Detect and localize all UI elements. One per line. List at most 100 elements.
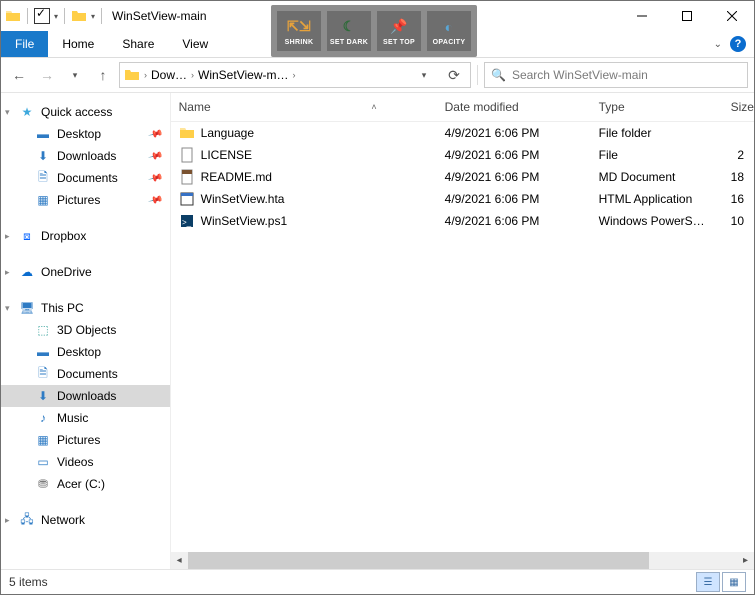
tab-view[interactable]: View <box>168 31 222 57</box>
file-name: README.md <box>201 170 272 184</box>
downloads-icon: ⬇ <box>35 148 51 164</box>
col-date[interactable]: Date modified <box>437 100 591 114</box>
dropbox-icon: ⧈ <box>19 228 35 244</box>
network-icon: 🖧 <box>19 512 35 528</box>
horizontal-scrollbar[interactable]: ◂ ▸ <box>171 552 754 569</box>
search-box[interactable]: 🔍 Search WinSetView-main <box>484 62 748 88</box>
file-size: 2 <box>723 148 754 162</box>
scroll-right-icon[interactable]: ▸ <box>737 552 754 569</box>
tab-home[interactable]: Home <box>48 31 108 57</box>
file-date: 4/9/2021 6:06 PM <box>437 148 591 162</box>
file-row[interactable]: Language4/9/2021 6:06 PMFile folder <box>171 122 754 144</box>
nav-qa-documents[interactable]: 🗎 Documents 📌 <box>1 167 170 189</box>
file-row[interactable]: LICENSE4/9/2021 6:06 PMFile2 <box>171 144 754 166</box>
address-history-dropdown[interactable]: ▾ <box>412 63 436 87</box>
chevron-right-icon[interactable]: ▸ <box>5 515 10 526</box>
tab-share[interactable]: Share <box>108 31 168 57</box>
file-date: 4/9/2021 6:06 PM <box>437 170 591 184</box>
nav-quick-access[interactable]: ▾ ★ Quick access <box>1 101 170 123</box>
nav-qa-desktop[interactable]: ▬ Desktop 📌 <box>1 123 170 145</box>
search-icon: 🔍 <box>491 68 506 82</box>
nav-onedrive[interactable]: ▸ ☁ OneDrive <box>1 261 170 283</box>
file-type: File folder <box>591 126 723 140</box>
file-row[interactable]: >_WinSetView.ps14/9/2021 6:06 PMWindows … <box>171 210 754 232</box>
chevron-right-icon[interactable]: ▸ <box>5 267 10 278</box>
pin-icon: 📌 <box>147 148 163 164</box>
pin-icon: 📌 <box>147 170 163 186</box>
qat-separator-2 <box>64 8 65 24</box>
nav-pc-3d[interactable]: ⬚3D Objects <box>1 319 170 341</box>
nav-pc-downloads[interactable]: ⬇Downloads <box>1 385 170 407</box>
qat-dropdown-icon[interactable]: ▾ <box>54 12 58 21</box>
qat-context-dropdown-icon[interactable]: ▾ <box>91 12 95 21</box>
np-onedrive: ▸ ☁ OneDrive <box>1 261 170 283</box>
quick-access-toolbar: ▾ ▾ <box>1 8 106 24</box>
ribbon-tabs: File Home Share View ⌄ ? <box>1 31 754 58</box>
file-date: 4/9/2021 6:06 PM <box>437 192 591 206</box>
scroll-thumb[interactable] <box>188 552 649 569</box>
details-view-button[interactable]: ☰ <box>696 572 720 592</box>
chevron-right-icon[interactable]: ▸ <box>5 231 10 242</box>
explorer-window: ⌄ ⇱⇲ SHRINK ☾ SET DARK 📌 SET TOP ◐ OPACI… <box>0 0 755 595</box>
chevron-right-icon-3[interactable]: › <box>290 70 297 80</box>
chevron-down-icon[interactable]: ▾ <box>5 303 10 314</box>
file-row[interactable]: README.md4/9/2021 6:06 PMMD Document18 <box>171 166 754 188</box>
ribbon-expand-icon[interactable]: ⌄ <box>714 39 722 50</box>
sort-asc-icon: ˄ <box>371 102 376 112</box>
nav-up-button[interactable]: ↑ <box>91 63 115 87</box>
qat-separator-3 <box>101 8 102 24</box>
tab-file[interactable]: File <box>1 31 48 57</box>
nav-pc-documents[interactable]: 🗎Documents <box>1 363 170 385</box>
nav-forward-button[interactable]: → <box>35 63 59 87</box>
help-icon[interactable]: ? <box>730 36 746 52</box>
pc-icon: 🖥 <box>19 300 35 316</box>
qat-separator <box>27 8 28 24</box>
refresh-button[interactable]: ⟳ <box>442 63 466 87</box>
file-name-cell: README.md <box>171 169 437 185</box>
file-name: WinSetView.hta <box>201 192 285 206</box>
col-type[interactable]: Type <box>591 100 723 114</box>
md-icon <box>179 169 195 185</box>
address-bar[interactable]: › Dow… › WinSetView-m… › ▾ ⟳ <box>119 62 471 88</box>
nav-dropbox[interactable]: ▸ ⧈ Dropbox <box>1 225 170 247</box>
np-network: ▸ 🖧 Network <box>1 509 170 531</box>
file-type: HTML Application <box>591 192 723 206</box>
content-area: Name ˄ Date modified Type Size Language4… <box>171 93 754 569</box>
nav-network[interactable]: ▸ 🖧 Network <box>1 509 170 531</box>
col-name[interactable]: Name ˄ <box>171 100 437 114</box>
ribbon-right: ⌄ ? <box>714 31 754 57</box>
nav-pc-desktop[interactable]: ▬Desktop <box>1 341 170 363</box>
minimize-button[interactable] <box>619 1 664 31</box>
body: ▾ ★ Quick access ▬ Desktop 📌 ⬇ Downloads… <box>1 93 754 569</box>
documents-icon: 🗎 <box>35 170 51 186</box>
nav-pc-videos[interactable]: ▭Videos <box>1 451 170 473</box>
chevron-down-icon[interactable]: ▾ <box>5 107 10 118</box>
window-controls <box>619 1 754 31</box>
nav-pc-drive-c[interactable]: ⛃Acer (C:) <box>1 473 170 495</box>
breadcrumb-1[interactable]: Dow… <box>151 68 187 82</box>
qat-checkbox-icon[interactable] <box>34 8 50 24</box>
icons-view-button[interactable]: ▦ <box>722 572 746 592</box>
pin-icon: 📌 <box>147 126 163 142</box>
scroll-left-icon[interactable]: ◂ <box>171 552 188 569</box>
breadcrumb-2[interactable]: WinSetView-m… <box>198 68 288 82</box>
nav-qa-pictures[interactable]: ▦ Pictures 📌 <box>1 189 170 211</box>
folder-icon <box>179 125 195 141</box>
nav-pc-pictures[interactable]: ▦Pictures <box>1 429 170 451</box>
chevron-right-icon-2[interactable]: › <box>189 70 196 80</box>
scroll-track[interactable] <box>188 552 737 569</box>
nav-pc-music[interactable]: ♪Music <box>1 407 170 429</box>
col-size[interactable]: Size <box>723 100 754 114</box>
chevron-right-icon[interactable]: › <box>142 70 149 80</box>
nav-back-button[interactable]: ← <box>7 63 31 87</box>
app-folder-icon <box>5 8 21 24</box>
maximize-button[interactable] <box>664 1 709 31</box>
nav-this-pc[interactable]: ▾ 🖥 This PC <box>1 297 170 319</box>
nav-history-dropdown[interactable]: ▾ <box>63 63 87 87</box>
close-button[interactable] <box>709 1 754 31</box>
file-type: File <box>591 148 723 162</box>
close-icon <box>727 11 737 21</box>
nav-qa-downloads[interactable]: ⬇ Downloads 📌 <box>1 145 170 167</box>
file-row[interactable]: WinSetView.hta 4/9/2021 6:06 PMHTML Appli… <box>171 188 754 210</box>
file-name-cell: Language <box>171 125 437 141</box>
